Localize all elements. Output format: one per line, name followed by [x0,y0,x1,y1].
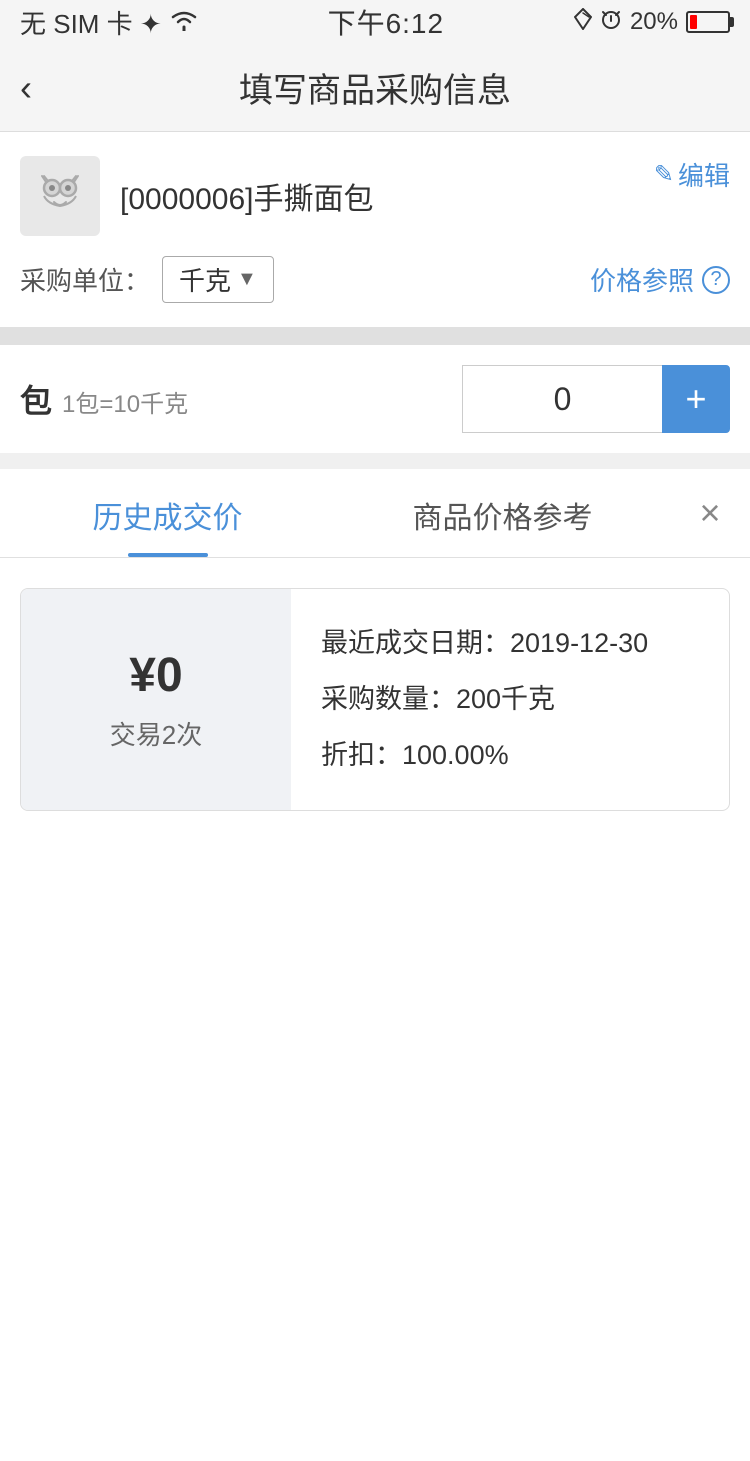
quantity-unit-sub: 1包=10千克 [62,384,188,419]
tabs-header: 历史成交价 商品价格参考 × [0,469,750,558]
card-right: 最近成交日期：2019-12-30 采购数量：200千克 折扣：100.00% [291,589,729,810]
unit-selector[interactable]: 千克 ▼ [162,256,274,303]
price-ref-label: 价格参照 [590,261,694,298]
tabs-content: ¥0 交易2次 最近成交日期：2019-12-30 采购数量：200千克 折扣：… [0,558,750,841]
page-title: 填写商品采购信息 [80,63,670,112]
alarm-icon [600,8,622,37]
quantity-input-row: 0 + [462,365,730,433]
wifi-icon [170,7,198,38]
discount-label: 折扣： [321,740,402,770]
quantity-plus-button[interactable]: + [662,365,730,433]
tab-product-price-label: 商品价格参考 [413,502,593,535]
price-display: ¥0 [129,648,182,703]
product-thumbnail [20,156,100,236]
unit-dropdown-icon: ▼ [237,268,257,291]
product-unit-row: 采购单位： 千克 ▼ 价格参照 ? [20,256,730,303]
nav-header: ‹ 填写商品采购信息 [0,44,750,132]
back-button[interactable]: ‹ [20,67,80,109]
battery-icon-container [686,11,730,33]
help-icon: ? [702,266,730,294]
status-bar: 无 SIM 卡 ✦ 下午6:12 20% [0,0,750,44]
transaction-card: ¥0 交易2次 最近成交日期：2019-12-30 采购数量：200千克 折扣：… [20,588,730,811]
unit-left: 采购单位： 千克 ▼ [20,256,274,303]
unit-label: 采购单位： [20,261,150,298]
sim-label: 无 SIM 卡 ✦ [20,4,162,41]
quantity-input[interactable]: 0 [462,365,662,433]
edit-button[interactable]: ✎ 编辑 [654,156,730,193]
location-icon [574,8,592,37]
product-image-placeholder [34,166,86,226]
quantity-unit: 包 [20,376,52,422]
status-time: 下午6:12 [328,2,445,42]
section-divider [0,327,750,345]
battery-percent: 20% [630,8,678,36]
purchase-qty-row: 采购数量：200千克 [321,681,699,719]
recent-date-label: 最近成交日期： [321,628,510,658]
edit-icon: ✎ [654,160,674,189]
status-left: 无 SIM 卡 ✦ [20,4,198,41]
trade-count: 交易2次 [110,715,202,752]
unit-value: 千克 [179,261,231,298]
product-name: [0000006]手撕面包 [120,174,373,218]
status-right: 20% [574,8,730,37]
price-reference-button[interactable]: 价格参照 ? [590,261,730,298]
tab-history-price[interactable]: 历史成交价 [0,469,335,557]
quantity-label: 包 1包=10千克 [20,376,188,422]
edit-label: 编辑 [678,156,730,193]
recent-date-row: 最近成交日期：2019-12-30 [321,625,699,663]
card-left: ¥0 交易2次 [21,589,291,810]
tab-history-price-label: 历史成交价 [93,502,243,535]
product-header: [0000006]手撕面包 ✎ 编辑 [20,156,730,236]
product-left: [0000006]手撕面包 [20,156,373,236]
tabs-close-button[interactable]: × [670,492,750,534]
product-section: [0000006]手撕面包 ✎ 编辑 采购单位： 千克 ▼ 价格参照 ? [0,132,750,327]
tabs-section: 历史成交价 商品价格参考 × ¥0 交易2次 最近成交日期：2019-12-30… [0,469,750,841]
recent-date-value: 2019-12-30 [510,628,648,658]
quantity-section: 包 1包=10千克 0 + [0,345,750,453]
battery-icon [686,11,730,33]
tab-product-price[interactable]: 商品价格参考 [335,469,670,557]
battery-fill [690,15,697,29]
discount-row: 折扣：100.00% [321,737,699,775]
discount-value: 100.00% [402,740,509,770]
purchase-qty-value: 200千克 [456,684,555,714]
bottom-area [0,841,750,1461]
purchase-qty-label: 采购数量： [321,684,456,714]
